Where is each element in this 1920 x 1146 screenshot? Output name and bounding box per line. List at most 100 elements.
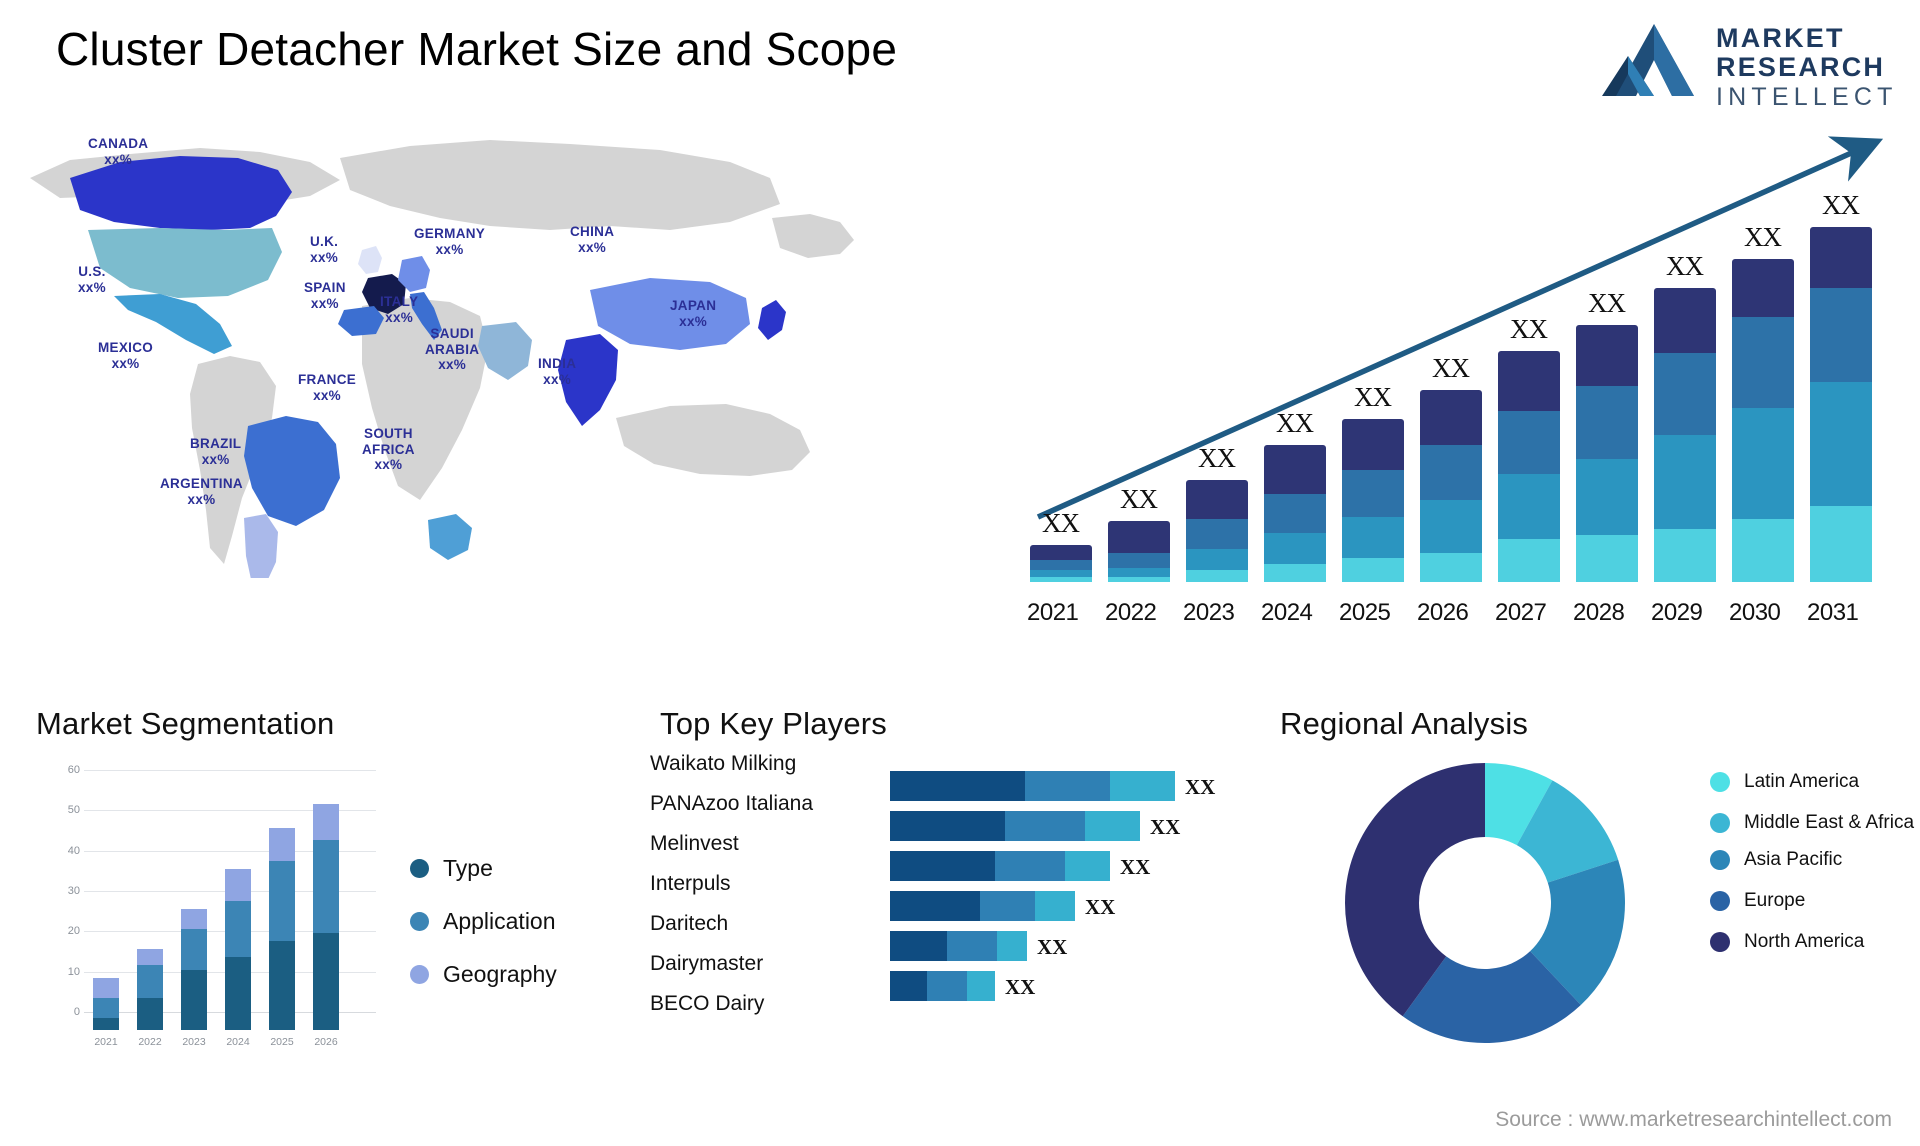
segmentation-bar-segment <box>313 804 339 841</box>
map-label-country: FRANCE <box>298 372 357 387</box>
forecast-bar-segment <box>1264 533 1326 565</box>
forecast-bar-segment <box>1732 258 1794 318</box>
logo-mountain-icon <box>1602 24 1694 96</box>
segmentation-x-tick: 2022 <box>138 1036 162 1048</box>
map-country-brazil <box>244 416 340 526</box>
map-label-spain: SPAIN xx% <box>304 280 346 311</box>
map-label-canada: CANADA xx% <box>88 136 148 167</box>
player-bar-segment <box>1085 811 1140 841</box>
regional-analysis-legend: Latin America Middle East & Africa Asia Pa… <box>1710 770 1914 971</box>
world-map-svg <box>30 140 854 578</box>
player-name-label: Dairymaster <box>650 952 764 975</box>
forecast-bar-segment <box>1732 407 1794 520</box>
player-bar-segment <box>890 851 995 881</box>
regional-legend-item: North America <box>1710 930 1914 953</box>
regional-analysis-title: Regional Analysis <box>1280 706 1529 741</box>
segmentation-x-tick: 2021 <box>94 1036 118 1048</box>
forecast-bar-2025 <box>1342 419 1404 582</box>
legend-color-dot <box>410 859 429 878</box>
player-name-label: PANAzoo Italiana <box>650 792 814 815</box>
map-label-brazil: BRAZIL xx% <box>190 436 241 467</box>
player-bar <box>890 931 1027 961</box>
map-label-japan: JAPAN xx% <box>670 298 716 329</box>
forecast-bar-segment <box>1186 480 1248 520</box>
map-label-south-africa: SOUTH AFRICA xx% <box>362 426 415 473</box>
player-bar <box>890 771 1175 801</box>
player-value-label: XX <box>1120 855 1151 879</box>
segmentation-gridline <box>84 770 376 771</box>
forecast-bar-segment <box>1420 499 1482 553</box>
player-value-label: XX <box>1150 815 1181 839</box>
segmentation-bar-segment <box>181 909 207 930</box>
forecast-year-label: 2024 <box>1261 599 1313 626</box>
world-map: CANADA xx% U.S. xx% MEXICO xx% BRAZIL xx% ARGENT… <box>10 118 990 578</box>
forecast-bar-2031 <box>1810 227 1872 582</box>
forecast-year-label: 2031 <box>1807 599 1859 626</box>
forecast-bar-2030 <box>1732 258 1794 582</box>
map-label-country: CHINA <box>570 224 615 239</box>
segmentation-bar-2024 <box>225 868 251 1030</box>
player-name-label: Waikato Milking <box>650 752 797 775</box>
map-label-germany: GERMANY xx% <box>414 226 485 257</box>
forecast-bar-2028 <box>1576 325 1638 582</box>
forecast-year-label: 2028 <box>1573 599 1625 626</box>
forecast-bar-value-label: XX <box>1354 382 1392 413</box>
map-label-mexico: MEXICO xx% <box>98 340 153 371</box>
forecast-bar-2027 <box>1498 350 1560 582</box>
forecast-bar-2026 <box>1420 389 1482 582</box>
map-label-percent: xx% <box>310 249 339 265</box>
segmentation-bar-segment <box>269 828 295 861</box>
segmentation-bar-segment <box>269 860 295 942</box>
forecast-bar-value-label: XX <box>1432 352 1470 383</box>
player-bar-segment <box>890 771 1025 801</box>
map-country-uk <box>358 246 382 274</box>
forecast-bar-segment <box>1498 474 1560 539</box>
forecast-bar-segment <box>1576 325 1638 386</box>
forecast-bar-2023 <box>1186 480 1248 582</box>
market-segmentation-title: Market Segmentation <box>36 706 335 741</box>
forecast-bar-segment <box>1654 434 1716 530</box>
map-label-u-s-: U.S. xx% <box>78 264 106 295</box>
forecast-bar-value-label: XX <box>1042 507 1080 538</box>
regional-analysis-donut-chart <box>1345 763 1625 1043</box>
legend-label: Application <box>443 908 556 934</box>
map-label-percent: xx% <box>543 371 572 387</box>
forecast-bar-value-label: XX <box>1822 190 1860 221</box>
map-country-japan <box>758 300 786 340</box>
legend-color-dot <box>1710 850 1730 870</box>
forecast-bar-2022 <box>1108 521 1170 582</box>
segmentation-y-tick: 10 <box>67 965 80 978</box>
player-bar <box>890 811 1140 841</box>
map-label-india: INDIA xx% <box>538 356 576 387</box>
player-bar-segment <box>1110 771 1175 801</box>
map-country-south-africa <box>428 514 472 560</box>
forecast-bar-value-label: XX <box>1588 288 1626 319</box>
segmentation-bar-segment <box>93 1017 119 1030</box>
forecast-year-label: 2021 <box>1027 599 1079 626</box>
segmentation-bar-segment <box>93 977 119 998</box>
player-name-label: BECO Dairy <box>650 992 765 1015</box>
forecast-bar-segment <box>1654 529 1716 582</box>
player-value-label: XX <box>1005 975 1036 999</box>
player-bar-segment <box>995 851 1065 881</box>
player-bar-segment <box>890 811 1005 841</box>
map-label-country: GERMANY <box>414 226 486 241</box>
map-label-country: U.S. <box>78 264 106 279</box>
legend-label: Latin America <box>1744 771 1860 792</box>
map-label-argentina: ARGENTINA xx% <box>160 476 243 507</box>
forecast-bar-segment <box>1576 386 1638 459</box>
map-label-country: MEXICO <box>98 340 154 355</box>
map-label-percent: xx% <box>111 355 140 371</box>
forecast-bar-segment <box>1732 519 1794 582</box>
forecast-year-label: 2030 <box>1729 599 1781 626</box>
forecast-bar-value-label: XX <box>1744 221 1782 252</box>
forecast-year-label: 2027 <box>1495 599 1547 626</box>
forecast-bar-segment <box>1810 382 1872 506</box>
map-label-percent: xx% <box>187 491 216 507</box>
forecast-bar-value-label: XX <box>1120 484 1158 515</box>
player-bar <box>890 851 1110 881</box>
map-label-france: FRANCE xx% <box>298 372 356 403</box>
segmentation-bar-2026 <box>313 804 339 1030</box>
legend-color-dot <box>1710 932 1730 952</box>
segmentation-x-tick: 2023 <box>182 1036 206 1048</box>
